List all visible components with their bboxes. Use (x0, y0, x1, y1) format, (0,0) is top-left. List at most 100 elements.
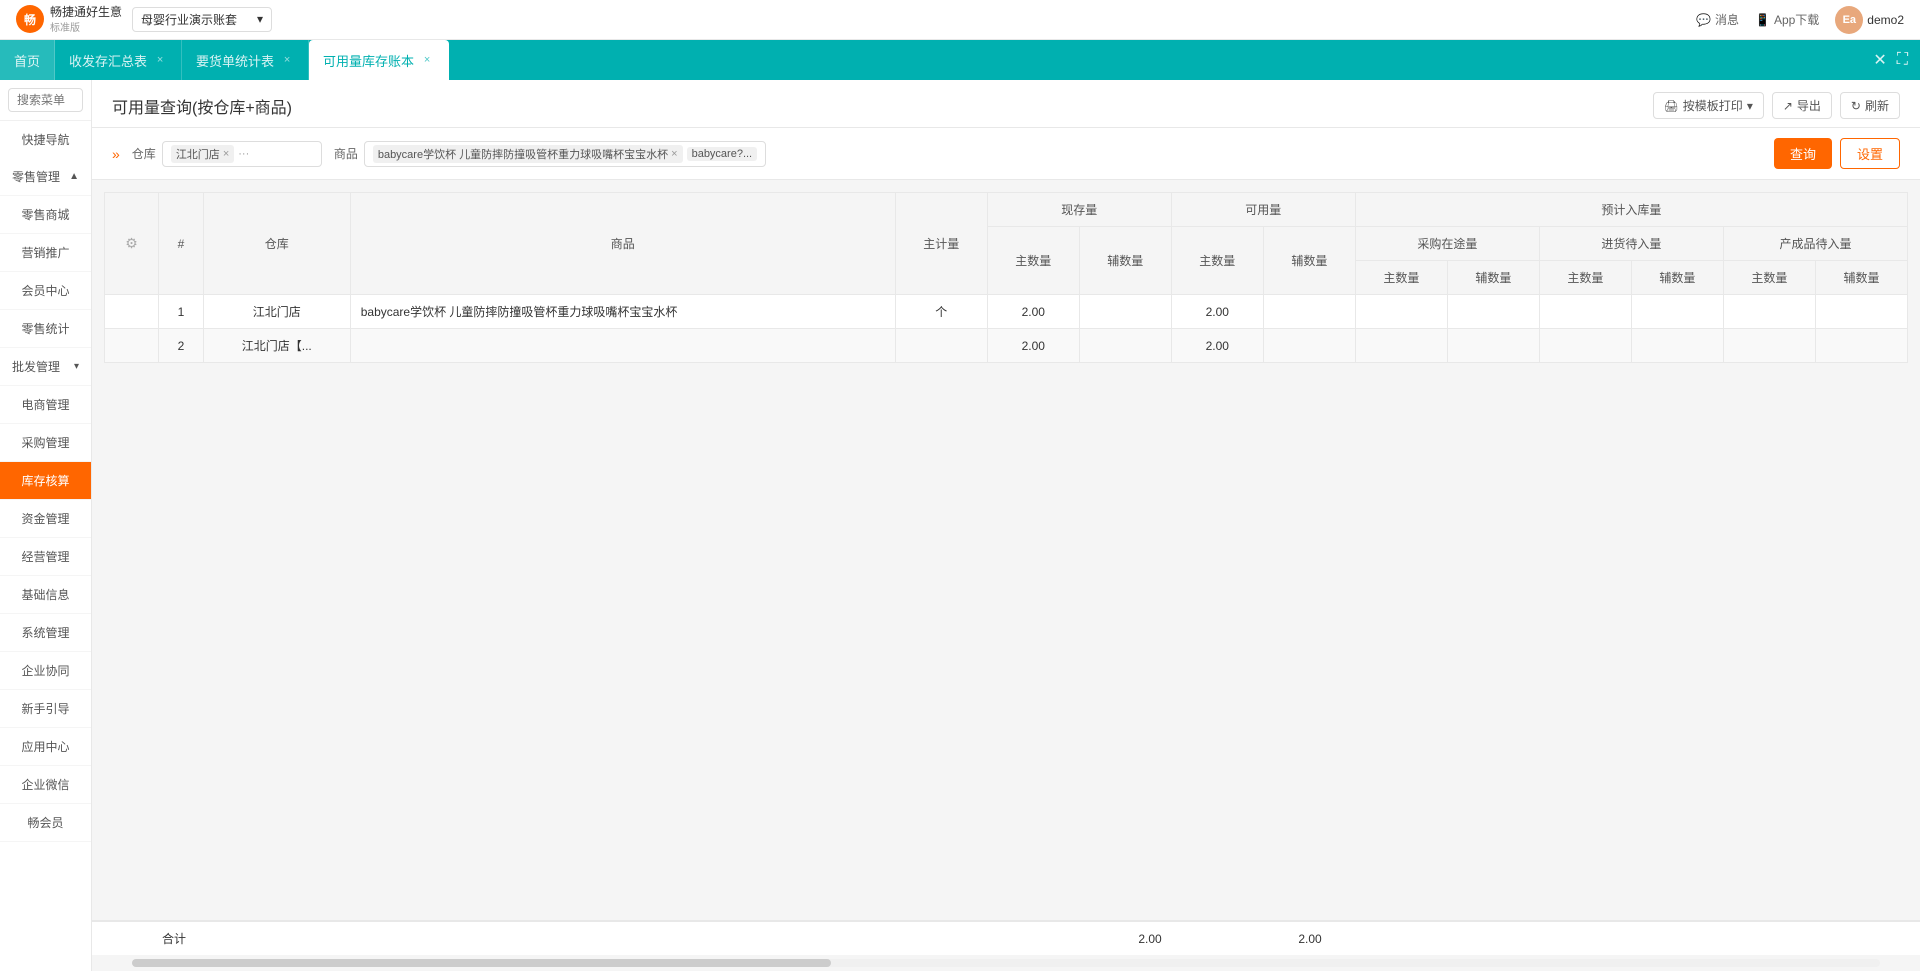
export-button[interactable]: ↗ 导出 (1772, 92, 1832, 119)
row1-stock-aux (1079, 295, 1171, 329)
th-incoming-group: 预计入库量 (1355, 193, 1907, 227)
search-input[interactable] (8, 88, 83, 112)
app-download-button[interactable]: 📱 App下载 (1755, 11, 1819, 28)
sidebar-item-purchase[interactable]: 采购管理 (0, 424, 91, 462)
footer-avail-total: 2.00 (1270, 932, 1350, 946)
sidebar-item-wholesale-mgmt[interactable]: 批发管理 ▾ (0, 348, 91, 386)
logo-text-area: 畅捷通好生意 标准版 (50, 5, 122, 34)
avatar: Ea (1835, 6, 1863, 34)
row1-pur-aux (1447, 295, 1539, 329)
table-row: 2 江北门店【... 2.00 2.00 (105, 329, 1908, 363)
settings-icon[interactable]: ⚙ (125, 235, 138, 251)
refresh-button[interactable]: ↻ 刷新 (1840, 92, 1900, 119)
row1-inc-main (1539, 295, 1631, 329)
nav-tabs: 首页 收发存汇总表 × 要货单统计表 × 可用量库存账本 × ✕ ⛶ (0, 40, 1920, 80)
scrollbar-thumb[interactable] (132, 959, 831, 967)
row2-settings (105, 329, 159, 363)
th-product-wait-aux: 辅数量 (1815, 261, 1907, 295)
th-product: 商品 (350, 193, 895, 295)
filter-toggle-button[interactable]: » (112, 146, 120, 162)
row1-avail-aux (1263, 295, 1355, 329)
tab1-label: 收发存汇总表 (69, 51, 147, 70)
sidebar-item-enterprise[interactable]: 企业协同 (0, 652, 91, 690)
row1-pur-main (1355, 295, 1447, 329)
th-incoming-wait-aux: 辅数量 (1631, 261, 1723, 295)
setting-button[interactable]: 设置 (1840, 138, 1900, 169)
sidebar-item-member[interactable]: 会员中心 (0, 272, 91, 310)
th-purchase-main: 主数量 (1355, 261, 1447, 295)
product-tag1-close[interactable]: × (671, 148, 677, 160)
th-settings[interactable]: ⚙ (105, 193, 159, 295)
th-product-wait-main: 主数量 (1723, 261, 1815, 295)
top-bar-left: 畅 畅捷通好生意 标准版 母婴行业演示账套 ▾ (16, 5, 272, 34)
warehouse-tag-close[interactable]: × (223, 148, 229, 160)
product-filter-group: 商品 babycare学饮杯 儿童防摔防撞吸管杯重力球吸嘴杯宝宝水杯 × bab… (334, 141, 766, 167)
sidebar-item-ecommerce[interactable]: 电商管理 (0, 386, 91, 424)
chevron-down-icon: ▾ (257, 12, 263, 26)
tab2-label: 要货单统计表 (196, 51, 274, 70)
row2-warehouse: 江北门店【... (203, 329, 350, 363)
user-area[interactable]: Ea demo2 (1835, 6, 1904, 34)
nav-tabs-right: ✕ ⛶ (1861, 40, 1920, 80)
refresh-icon: ↻ (1851, 99, 1861, 113)
sidebar-item-retail-stats[interactable]: 零售统计 (0, 310, 91, 348)
more-icon[interactable]: ··· (238, 148, 249, 160)
sidebar-item-marketing[interactable]: 营销推广 (0, 234, 91, 272)
warehouse-filter-input[interactable]: 江北门店 × ··· (162, 141, 322, 167)
th-available-main: 主数量 (1171, 227, 1263, 295)
sidebar: 快捷导航 零售管理 ▲ 零售商城 营销推广 会员中心 零售统计 批发管理 ▾ 电… (0, 80, 92, 971)
row1-product: babycare学饮杯 儿童防摔防撞吸管杯重力球吸嘴杯宝宝水杯 (350, 295, 895, 329)
sidebar-item-wechat[interactable]: 企业微信 (0, 766, 91, 804)
sidebar-item-operations[interactable]: 经营管理 (0, 538, 91, 576)
sidebar-item-app-center[interactable]: 应用中心 (0, 728, 91, 766)
sidebar-item-retail-mall[interactable]: 零售商城 (0, 196, 91, 234)
row1-no: 1 (159, 295, 204, 329)
sidebar-item-vip[interactable]: 畅会员 (0, 804, 91, 842)
sidebar-item-basic[interactable]: 基础信息 (0, 576, 91, 614)
message-button[interactable]: 💬 消息 (1696, 11, 1739, 28)
footer-stock-total: 2.00 (1110, 932, 1190, 946)
logo-icon: 畅 (16, 5, 44, 33)
th-available-group: 可用量 (1171, 193, 1355, 227)
sidebar-item-finance[interactable]: 资金管理 (0, 500, 91, 538)
tab-home[interactable]: 首页 (0, 40, 55, 80)
row2-avail-main: 2.00 (1171, 329, 1263, 363)
th-purchase-group: 采购在途量 (1355, 227, 1539, 261)
tab3-close-icon[interactable]: × (420, 53, 434, 67)
row2-product (350, 329, 895, 363)
tab2-close-icon[interactable]: × (280, 53, 294, 67)
main-layout: 快捷导航 零售管理 ▲ 零售商城 营销推广 会员中心 零售统计 批发管理 ▾ 电… (0, 80, 1920, 971)
sidebar-item-newbie[interactable]: 新手引导 (0, 690, 91, 728)
sidebar-item-quick-nav[interactable]: 快捷导航 (0, 121, 91, 158)
product-filter-input[interactable]: babycare学饮杯 儿童防摔防撞吸管杯重力球吸嘴杯宝宝水杯 × babyca… (364, 141, 766, 167)
home-tab-label: 首页 (14, 51, 40, 70)
close-window-icon[interactable]: ✕ (1873, 50, 1886, 70)
th-incoming-wait-group: 进货待入量 (1539, 227, 1723, 261)
tab1-close-icon[interactable]: × (153, 53, 167, 67)
template-print-button[interactable]: 🖨 按模板打印 ▾ (1653, 92, 1764, 119)
industry-selector[interactable]: 母婴行业演示账套 ▾ (132, 7, 272, 32)
print-icon: 🖨 (1664, 99, 1679, 113)
maximize-icon[interactable]: ⛶ (1897, 51, 1908, 69)
horizontal-scrollbar[interactable] (132, 959, 1880, 967)
tab-order-stats[interactable]: 要货单统计表 × (182, 40, 309, 80)
row1-inc-aux (1631, 295, 1723, 329)
th-warehouse: 仓库 (203, 193, 350, 295)
row1-avail-main: 2.00 (1171, 295, 1263, 329)
row2-stock-main: 2.00 (987, 329, 1079, 363)
tab-receivable-summary[interactable]: 收发存汇总表 × (55, 40, 182, 80)
sidebar-item-system[interactable]: 系统管理 (0, 614, 91, 652)
sidebar-item-inventory[interactable]: 库存核算 (0, 462, 91, 500)
row2-inc-main (1539, 329, 1631, 363)
content-area: 可用量查询(按仓库+商品) 🖨 按模板打印 ▾ ↗ 导出 ↻ 刷新 » (92, 80, 1920, 971)
th-purchase-aux: 辅数量 (1447, 261, 1539, 295)
row2-pur-main (1355, 329, 1447, 363)
table-footer: 合计 2.00 2.00 (92, 920, 1920, 955)
warehouse-label: 仓库 (132, 145, 156, 162)
query-button[interactable]: 查询 (1774, 138, 1832, 169)
tab-available-inventory[interactable]: 可用量库存账本 × (309, 40, 449, 80)
sidebar-item-retail-mgmt[interactable]: 零售管理 ▲ (0, 158, 91, 196)
filter-actions: 查询 设置 (1774, 138, 1900, 169)
sidebar-search-area (0, 80, 91, 121)
th-stock-group: 现存量 (987, 193, 1171, 227)
